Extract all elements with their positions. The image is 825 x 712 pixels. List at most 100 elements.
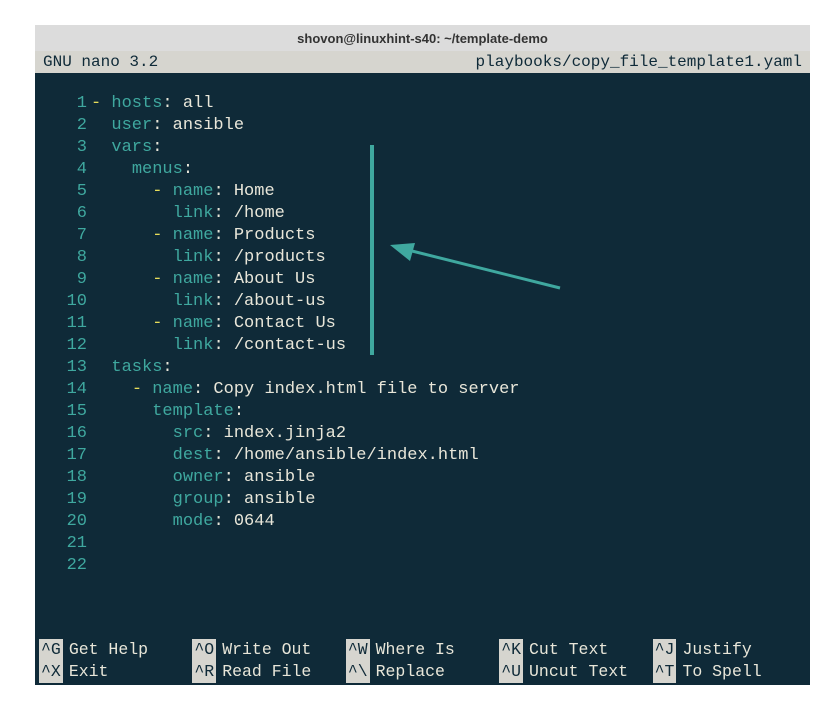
code-line: 18 owner: ansible [35, 467, 810, 489]
terminal-window: shovon@linuxhint-s40: ~/template-demo GN… [35, 25, 810, 685]
line-content: tasks: [91, 357, 173, 379]
help-label: To Spell [682, 661, 761, 683]
line-content: src: index.jinja2 [91, 423, 346, 445]
help-item[interactable]: ^K Cut Text [499, 639, 652, 661]
help-item[interactable]: ^X Exit [39, 661, 192, 683]
help-key: ^O [192, 639, 216, 661]
line-number: 1 [35, 93, 91, 115]
line-number: 5 [35, 181, 91, 203]
code-line: 19 group: ansible [35, 489, 810, 511]
line-number: 21 [35, 533, 91, 555]
line-content: user: ansible [91, 115, 244, 137]
code-line: 1- hosts: all [35, 93, 810, 115]
help-key: ^U [499, 661, 523, 683]
line-content: mode: 0644 [91, 511, 275, 533]
help-key: ^T [653, 661, 677, 683]
help-label: Write Out [222, 639, 311, 661]
help-item[interactable]: ^JJustify [653, 639, 806, 661]
help-key: ^X [39, 661, 63, 683]
line-number: 17 [35, 445, 91, 467]
line-number: 8 [35, 247, 91, 269]
line-number: 14 [35, 379, 91, 401]
help-item[interactable]: ^G Get Help [39, 639, 192, 661]
help-item[interactable]: ^TTo Spell [653, 661, 806, 683]
line-number: 9 [35, 269, 91, 291]
line-content: group: ansible [91, 489, 315, 511]
line-content: dest: /home/ansible/index.html [91, 445, 479, 467]
line-content: - name: Contact Us [91, 313, 336, 335]
editor-area[interactable]: 1- hosts: all2 user: ansible3 vars:4 men… [35, 73, 810, 577]
line-number: 3 [35, 137, 91, 159]
help-label: Where Is [376, 639, 455, 661]
line-number: 11 [35, 313, 91, 335]
help-label: Read File [222, 661, 311, 683]
line-number: 10 [35, 291, 91, 313]
code-line: 2 user: ansible [35, 115, 810, 137]
line-content: - name: About Us [91, 269, 315, 291]
line-number: 20 [35, 511, 91, 533]
nano-help-bar: ^G Get Help ^O Write Out ^W Where Is ^K Cut Tex… [35, 639, 810, 685]
code-line: 14 - name: Copy index.html file to serve… [35, 379, 810, 401]
line-content: - name: Home [91, 181, 275, 203]
line-content: link: /contact-us [91, 335, 346, 357]
code-line: 22 [35, 555, 810, 577]
line-number: 13 [35, 357, 91, 379]
help-key: ^K [499, 639, 523, 661]
nano-filename: playbooks/copy_file_template1.yaml [476, 53, 802, 71]
help-item[interactable]: ^U Uncut Text [499, 661, 652, 683]
line-content: link: /home [91, 203, 285, 225]
code-line: 4 menus: [35, 159, 810, 181]
line-content: link: /about-us [91, 291, 326, 313]
help-label: Cut Text [529, 639, 608, 661]
line-number: 16 [35, 423, 91, 445]
line-number: 6 [35, 203, 91, 225]
code-line: 3 vars: [35, 137, 810, 159]
code-line: 20 mode: 0644 [35, 511, 810, 533]
line-number: 2 [35, 115, 91, 137]
help-item[interactable]: ^W Where Is [346, 639, 499, 661]
code-line: 11 - name: Contact Us [35, 313, 810, 335]
line-content: link: /products [91, 247, 326, 269]
code-line: 12 link: /contact-us [35, 335, 810, 357]
line-content: vars: [91, 137, 162, 159]
window-title: shovon@linuxhint-s40: ~/template-demo [297, 31, 548, 46]
code-line: 10 link: /about-us [35, 291, 810, 313]
code-line: 13 tasks: [35, 357, 810, 379]
code-line: 6 link: /home [35, 203, 810, 225]
code-line: 21 [35, 533, 810, 555]
help-label: Uncut Text [529, 661, 628, 683]
code-line: 17 dest: /home/ansible/index.html [35, 445, 810, 467]
code-line: 8 link: /products [35, 247, 810, 269]
help-item[interactable]: ^O Write Out [192, 639, 345, 661]
help-key: ^J [653, 639, 677, 661]
line-content: template: [91, 401, 244, 423]
help-label: Replace [376, 661, 445, 683]
code-line: 9 - name: About Us [35, 269, 810, 291]
line-number: 18 [35, 467, 91, 489]
code-line: 7 - name: Products [35, 225, 810, 247]
code-line: 16 src: index.jinja2 [35, 423, 810, 445]
line-content: - name: Copy index.html file to server [91, 379, 519, 401]
help-key: ^G [39, 639, 63, 661]
line-number: 19 [35, 489, 91, 511]
help-key: ^R [192, 661, 216, 683]
window-title-bar: shovon@linuxhint-s40: ~/template-demo [35, 25, 810, 51]
line-content: - name: Products [91, 225, 315, 247]
line-content: owner: ansible [91, 467, 315, 489]
help-label: Get Help [69, 639, 148, 661]
nano-app-name: GNU nano 3.2 [43, 53, 158, 71]
code-line: 15 template: [35, 401, 810, 423]
line-number: 7 [35, 225, 91, 247]
line-content: - hosts: all [91, 93, 213, 115]
line-number: 22 [35, 555, 91, 577]
help-key: ^W [346, 639, 370, 661]
help-label: Justify [682, 639, 751, 661]
code-line: 5 - name: Home [35, 181, 810, 203]
help-item[interactable]: ^\Replace [346, 661, 499, 683]
help-item[interactable]: ^R Read File [192, 661, 345, 683]
line-number: 12 [35, 335, 91, 357]
line-number: 4 [35, 159, 91, 181]
line-content: menus: [91, 159, 193, 181]
help-label: Exit [69, 661, 109, 683]
nano-header: GNU nano 3.2 playbooks/copy_file_templat… [35, 51, 810, 73]
